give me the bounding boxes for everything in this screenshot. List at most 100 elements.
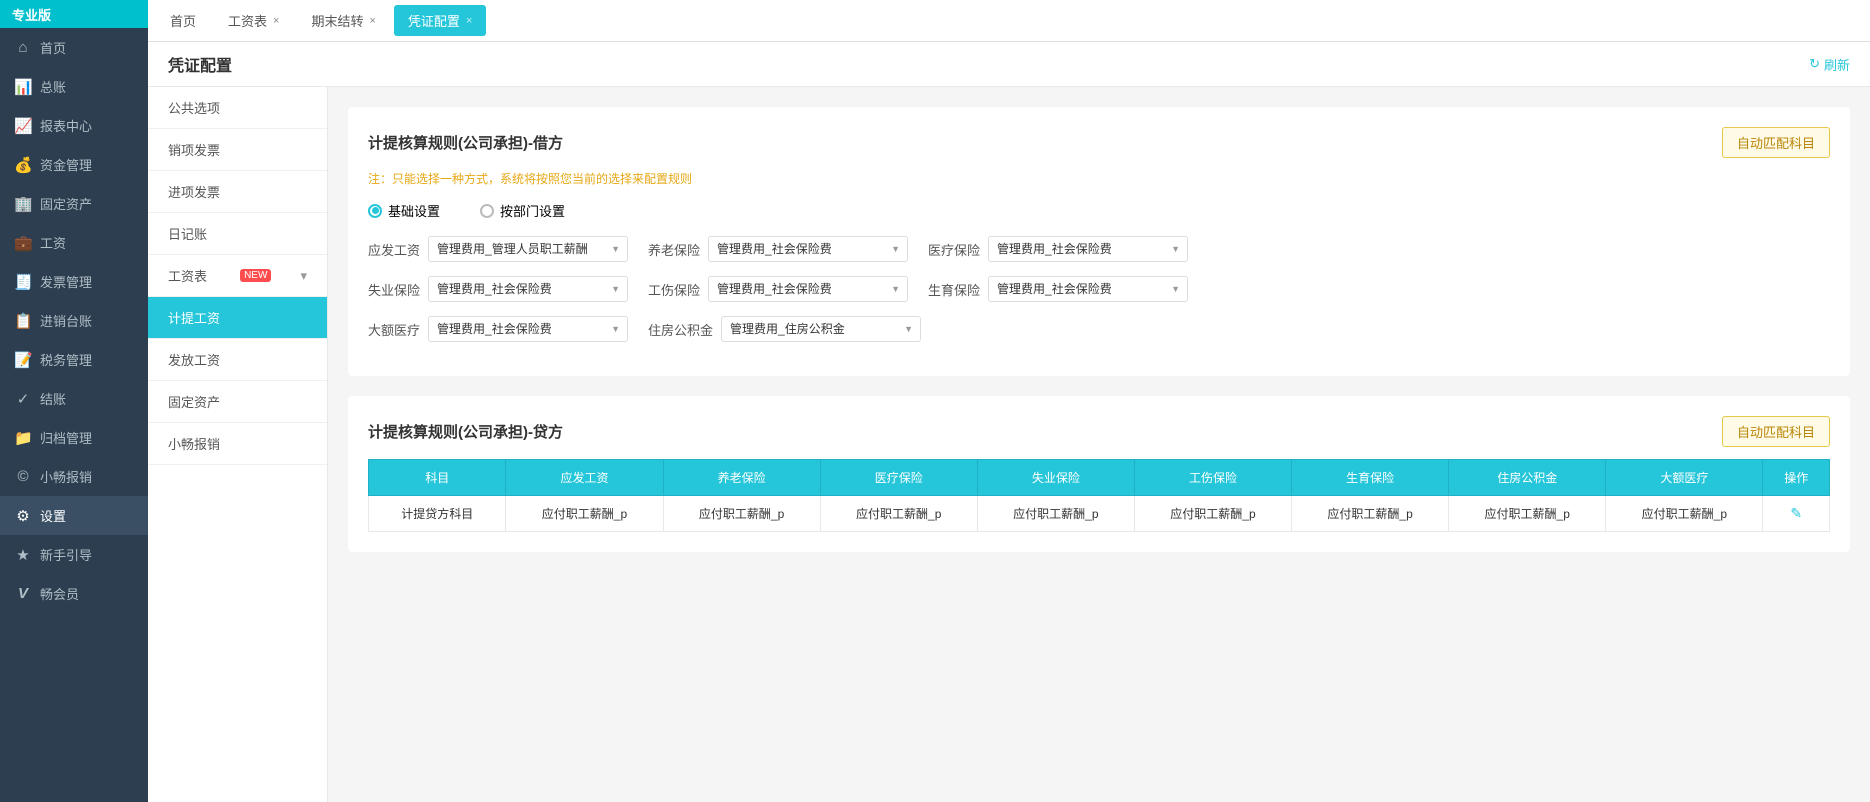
radio-basic[interactable]: 基础设置 xyxy=(368,201,440,220)
radio-group: 基础设置 按部门设置 xyxy=(368,201,1830,220)
tab-payroll-close[interactable]: × xyxy=(273,15,279,27)
refresh-icon: ↻ xyxy=(1809,56,1820,72)
field-major-medical: 大额医疗 管理费用_社会保险费 xyxy=(368,316,628,342)
sidebar-item-member[interactable]: V 畅会员 xyxy=(0,574,148,613)
select-medical[interactable]: 管理费用_社会保险费 xyxy=(988,236,1188,262)
radio-department-label: 按部门设置 xyxy=(500,201,565,220)
left-nav-fixed-assets[interactable]: 固定资产 xyxy=(148,381,327,423)
chevron-down-icon: ▾ xyxy=(300,268,307,284)
col-subject: 科目 xyxy=(369,460,506,496)
col-action: 操作 xyxy=(1763,460,1830,496)
select-major-medical[interactable]: 管理费用_社会保险费 xyxy=(428,316,628,342)
tab-voucher-config-label: 凭证配置 xyxy=(408,11,460,30)
sidebar-item-home[interactable]: ⌂ 首页 xyxy=(0,28,148,67)
cell-pension-val: 应付职工薪酬_p xyxy=(663,496,820,532)
sidebar-item-purchase-sales[interactable]: 📋 进销台账 xyxy=(0,301,148,340)
new-badge: NEW xyxy=(240,269,271,282)
refresh-button[interactable]: ↻ 刷新 xyxy=(1809,55,1850,74)
left-nav-payroll-table[interactable]: 工资表 NEW ▾ xyxy=(148,255,327,297)
sidebar-item-fund-management[interactable]: 💰 资金管理 xyxy=(0,145,148,184)
tab-payroll[interactable]: 工资表 × xyxy=(214,5,293,36)
left-nav-public-options[interactable]: 公共选项 xyxy=(148,87,327,129)
col-pension: 养老保险 xyxy=(663,460,820,496)
select-wrapper-salary: 管理费用_管理人员职工薪酬 xyxy=(428,236,628,262)
label-housing-fund: 住房公积金 xyxy=(648,320,713,339)
left-nav-label-public: 公共选项 xyxy=(168,98,220,117)
label-pension: 养老保险 xyxy=(648,240,700,259)
page-title: 凭证配置 xyxy=(168,52,232,76)
sidebar-item-xiaochang-report[interactable]: © 小畅报销 xyxy=(0,457,148,496)
label-medical: 医疗保险 xyxy=(928,240,980,259)
sidebar-item-salary[interactable]: 💼 工资 xyxy=(0,223,148,262)
left-nav-label-xiaochang: 小畅报销 xyxy=(168,434,220,453)
auto-match-debit-button[interactable]: 自动匹配科目 xyxy=(1722,127,1830,158)
left-nav-xiaochang-expense[interactable]: 小畅报销 xyxy=(148,423,327,465)
cell-unemployment-val: 应付职工薪酬_p xyxy=(977,496,1134,532)
sidebar-item-archive[interactable]: 📁 归档管理 xyxy=(0,418,148,457)
sidebar-label-member: 畅会员 xyxy=(40,584,79,603)
tab-period-close-close[interactable]: × xyxy=(369,15,375,27)
left-nav-label-pay: 发放工资 xyxy=(168,350,220,369)
left-nav-accrual-salary[interactable]: 计提工资 xyxy=(148,297,327,339)
tab-voucher-config-close[interactable]: × xyxy=(466,15,472,27)
tab-home[interactable]: 首页 xyxy=(156,5,210,36)
sidebar-label-home: 首页 xyxy=(40,38,66,57)
select-work-injury[interactable]: 管理费用_社会保险费 xyxy=(708,276,908,302)
sidebar-header: 专业版 xyxy=(0,0,148,28)
tab-period-close[interactable]: 期末结转 × xyxy=(297,5,389,36)
archive-icon: 📁 xyxy=(14,429,32,447)
field-medical: 医疗保险 管理费用_社会保险费 xyxy=(928,236,1188,262)
cell-housing-val: 应付职工薪酬_p xyxy=(1449,496,1606,532)
report-icon: 📈 xyxy=(14,117,32,135)
radio-basic-circle xyxy=(368,204,382,218)
radio-basic-label: 基础设置 xyxy=(388,201,440,220)
auto-match-credit-button[interactable]: 自动匹配科目 xyxy=(1722,416,1830,447)
select-maternity[interactable]: 管理费用_社会保险费 xyxy=(988,276,1188,302)
field-unemployment: 失业保险 管理费用_社会保险费 xyxy=(368,276,628,302)
left-nav-label-journal: 日记账 xyxy=(168,224,207,243)
sidebar-item-invoice-mgmt[interactable]: 🧾 发票管理 xyxy=(0,262,148,301)
radio-department[interactable]: 按部门设置 xyxy=(480,201,565,220)
tab-payroll-label: 工资表 xyxy=(228,11,267,30)
select-salary[interactable]: 管理费用_管理人员职工薪酬 xyxy=(428,236,628,262)
field-housing-fund: 住房公积金 管理费用_住房公积金 xyxy=(648,316,921,342)
sidebar-label-archive: 归档管理 xyxy=(40,428,92,447)
refresh-label: 刷新 xyxy=(1824,55,1850,74)
guide-icon: ★ xyxy=(14,546,32,564)
col-housing-fund: 住房公积金 xyxy=(1449,460,1606,496)
sidebar-label-settings: 设置 xyxy=(40,506,66,525)
select-housing[interactable]: 管理费用_住房公积金 xyxy=(721,316,921,342)
edit-icon[interactable]: ✎ xyxy=(1790,505,1802,521)
col-major-medical: 大额医疗 xyxy=(1606,460,1763,496)
edition-label: 专业版 xyxy=(12,5,51,24)
select-pension[interactable]: 管理费用_社会保险费 xyxy=(708,236,908,262)
sidebar-label-fund: 资金管理 xyxy=(40,155,92,174)
tax-icon: 📝 xyxy=(14,351,32,369)
form-row-2: 失业保险 管理费用_社会保险费 工伤保险 管理费用_社会保险费 xyxy=(368,276,1830,302)
left-nav-journal[interactable]: 日记账 xyxy=(148,213,327,255)
sidebar-item-settings[interactable]: ⚙ 设置 xyxy=(0,496,148,535)
select-unemployment[interactable]: 管理费用_社会保险费 xyxy=(428,276,628,302)
sidebar: 专业版 ⌂ 首页 📊 总账 📈 报表中心 💰 资金管理 🏢 固定资产 💼 工资 … xyxy=(0,0,148,802)
select-wrapper-maternity: 管理费用_社会保险费 xyxy=(988,276,1188,302)
col-maternity: 生育保险 xyxy=(1292,460,1449,496)
home-icon: ⌂ xyxy=(14,39,32,56)
sidebar-item-closing[interactable]: ✓ 结账 xyxy=(0,379,148,418)
cell-action: ✎ xyxy=(1763,496,1830,532)
left-nav-input-invoice[interactable]: 进项发票 xyxy=(148,171,327,213)
select-wrapper-unemployment: 管理费用_社会保险费 xyxy=(428,276,628,302)
sidebar-item-guide[interactable]: ★ 新手引导 xyxy=(0,535,148,574)
credit-table: 科目 应发工资 养老保险 医疗保险 失业保险 工伤保险 生育保险 住房公积金 大… xyxy=(368,459,1830,532)
left-nav-label-fixed: 固定资产 xyxy=(168,392,220,411)
sidebar-item-tax[interactable]: 📝 税务管理 xyxy=(0,340,148,379)
tab-period-close-label: 期末结转 xyxy=(311,11,363,30)
sidebar-item-fixed-assets[interactable]: 🏢 固定资产 xyxy=(0,184,148,223)
col-salary: 应发工资 xyxy=(506,460,663,496)
sidebar-item-report-center[interactable]: 📈 报表中心 xyxy=(0,106,148,145)
sidebar-item-general-ledger[interactable]: 📊 总账 xyxy=(0,67,148,106)
field-salary: 应发工资 管理费用_管理人员职工薪酬 xyxy=(368,236,628,262)
left-nav-red-invoice[interactable]: 销项发票 xyxy=(148,129,327,171)
tab-voucher-config[interactable]: 凭证配置 × xyxy=(394,5,486,36)
settings-icon: ⚙ xyxy=(14,507,32,525)
left-nav-pay-salary[interactable]: 发放工资 xyxy=(148,339,327,381)
